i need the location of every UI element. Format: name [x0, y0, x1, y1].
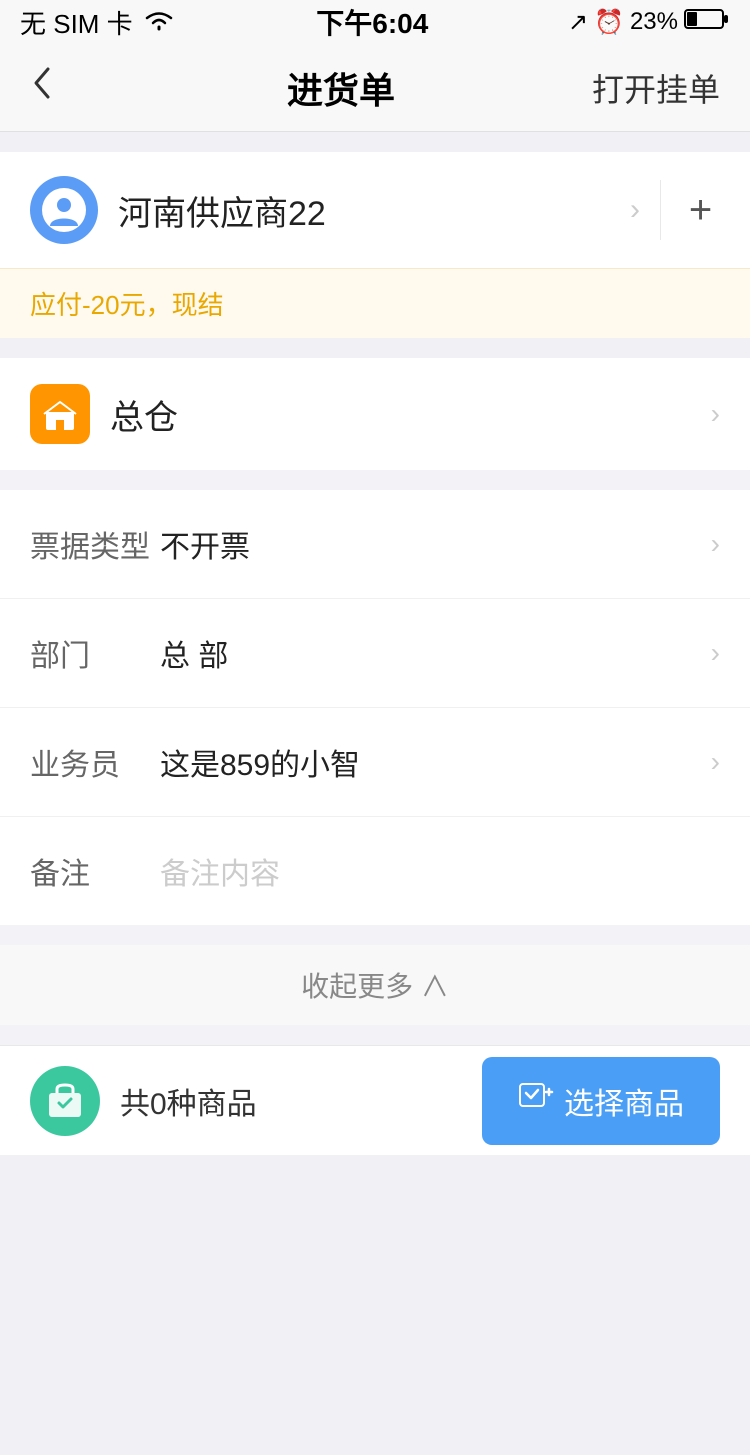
- bill-type-value: 不开票: [160, 522, 711, 566]
- alarm-icon: ⏰: [594, 8, 624, 37]
- status-bar: 无 SIM 卡 下午6:04 ↗ ⏰ 23%: [0, 0, 750, 44]
- select-product-icon: [518, 1082, 554, 1119]
- supplier-name: 河南供应商22: [118, 186, 630, 235]
- dept-row[interactable]: 部门 总 部 ›: [0, 599, 750, 708]
- collapse-label: 收起更多 ∧: [301, 965, 449, 1005]
- notice-text: 应付-20元，现结: [30, 290, 224, 320]
- warehouse-name: 总仓: [110, 390, 711, 439]
- bill-type-label: 票据类型: [30, 522, 160, 566]
- staff-label: 业务员: [30, 740, 160, 784]
- remark-input[interactable]: 备注内容: [160, 849, 720, 893]
- supplier-section: 河南供应商22 › + 应付-20元，现结: [0, 152, 750, 338]
- top-divider: [0, 132, 750, 152]
- staff-chevron-icon: ›: [711, 746, 720, 778]
- notice-bar: 应付-20元，现结: [0, 268, 750, 338]
- bill-type-chevron-icon: ›: [711, 528, 720, 560]
- warehouse-row[interactable]: 总仓 ›: [0, 358, 750, 470]
- dept-chevron-icon: ›: [711, 637, 720, 669]
- remark-row[interactable]: 备注 备注内容: [0, 817, 750, 925]
- select-product-button[interactable]: 选择商品: [482, 1057, 720, 1145]
- warehouse-divider: [0, 338, 750, 358]
- staff-value: 这是859的小智: [160, 740, 711, 784]
- page-bottom: [0, 1155, 750, 1455]
- supplier-row[interactable]: 河南供应商22 › +: [0, 152, 750, 268]
- battery-icon: [684, 8, 730, 37]
- warehouse-section: 总仓 ›: [0, 358, 750, 470]
- add-supplier-button[interactable]: +: [660, 180, 720, 240]
- supplier-chevron-icon: ›: [630, 193, 640, 227]
- battery-level: 23%: [630, 8, 678, 36]
- collapse-button[interactable]: 收起更多 ∧: [0, 945, 750, 1025]
- bill-type-row[interactable]: 票据类型 不开票 ›: [0, 490, 750, 599]
- page-title: 进货单: [287, 62, 395, 114]
- warehouse-chevron-icon: ›: [711, 398, 720, 430]
- status-time: 下午6:04: [316, 2, 428, 42]
- dept-label: 部门: [30, 631, 160, 675]
- sim-status: 无 SIM 卡: [20, 4, 133, 41]
- nav-bar: 进货单 打开挂单: [0, 44, 750, 132]
- avatar-icon: [42, 188, 86, 232]
- supplier-avatar: [30, 176, 98, 244]
- select-product-label: 选择商品: [564, 1079, 684, 1123]
- warehouse-icon: [30, 384, 90, 444]
- status-right: ↗ ⏰ 23%: [568, 8, 730, 37]
- bottom-bar: 共0种商品 选择商品: [0, 1045, 750, 1155]
- dept-value: 总 部: [160, 631, 711, 675]
- product-icon: [30, 1066, 100, 1136]
- product-count: 共0种商品: [120, 1079, 482, 1123]
- form-section: 票据类型 不开票 › 部门 总 部 › 业务员 这是859的小智 › 备注 备注…: [0, 490, 750, 925]
- location-icon: ↗: [568, 8, 588, 37]
- wifi-icon: [141, 7, 177, 38]
- back-button[interactable]: [30, 63, 90, 112]
- remark-label: 备注: [30, 849, 160, 893]
- open-pending-button[interactable]: 打开挂单: [592, 65, 720, 111]
- staff-row[interactable]: 业务员 这是859的小智 ›: [0, 708, 750, 817]
- status-left: 无 SIM 卡: [20, 4, 177, 41]
